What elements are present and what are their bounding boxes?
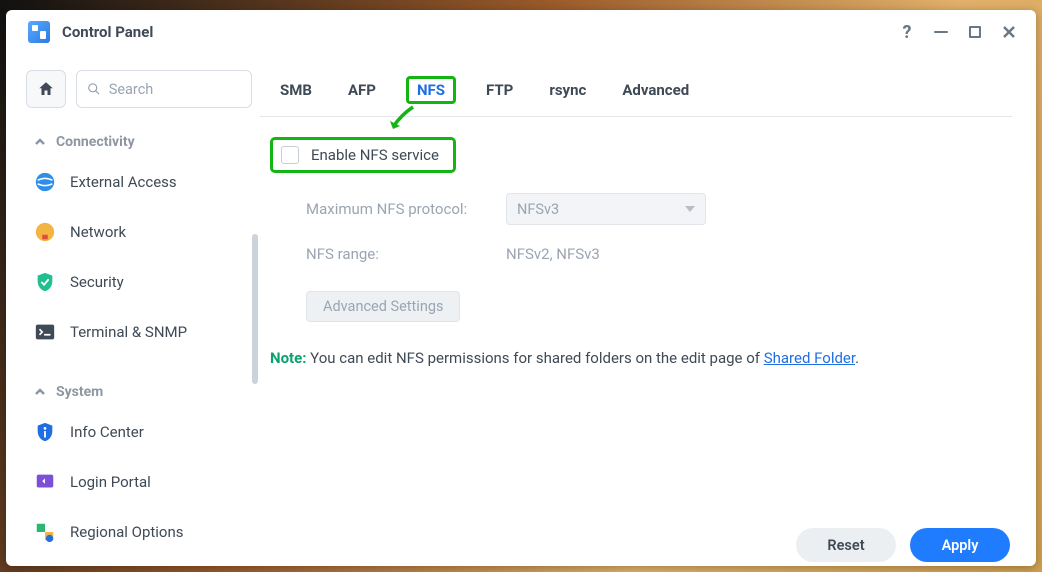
- portal-icon: [34, 471, 56, 493]
- chevron-down-icon: [685, 206, 695, 212]
- sidebar-item-label: Info Center: [70, 423, 144, 441]
- globe-icon: [34, 171, 56, 193]
- regional-icon: [34, 521, 56, 543]
- search-field[interactable]: [76, 70, 252, 108]
- maximize-button[interactable]: [958, 15, 992, 49]
- tab-rsync[interactable]: rsync: [543, 77, 592, 103]
- tab-nfs[interactable]: NFS: [406, 76, 456, 104]
- sidebar-item-security[interactable]: Security: [26, 262, 252, 302]
- control-panel-window: Control Panel ? Connectivity: [6, 10, 1036, 566]
- sidebar-item-label: Terminal & SNMP: [70, 323, 187, 341]
- max-protocol-label: Maximum NFS protocol:: [306, 200, 506, 218]
- nfs-note: Note: You can edit NFS permissions for s…: [270, 348, 1010, 369]
- search-input[interactable]: [109, 81, 241, 98]
- enable-nfs-checkbox[interactable]: [281, 146, 299, 164]
- sidebar-item-label: Regional Options: [70, 523, 184, 541]
- note-suffix: .: [855, 349, 859, 367]
- enable-nfs-label: Enable NFS service: [311, 146, 439, 164]
- terminal-icon: [34, 321, 56, 343]
- enable-nfs-row[interactable]: Enable NFS service: [270, 137, 456, 173]
- network-icon: [34, 221, 56, 243]
- sidebar-item-label: Security: [70, 273, 124, 291]
- sidebar-item-notification[interactable]: Notification: [26, 562, 252, 566]
- sidebar-item-label: External Access: [70, 173, 177, 191]
- shared-folder-link[interactable]: Shared Folder: [764, 349, 855, 367]
- search-icon: [87, 81, 101, 97]
- window-title: Control Panel: [62, 23, 153, 41]
- select-value: NFSv3: [517, 201, 559, 218]
- sidebar-item-network[interactable]: Network: [26, 212, 252, 252]
- section-system-header[interactable]: System: [34, 384, 252, 400]
- footer: Reset Apply: [260, 512, 1036, 566]
- tab-label: NFS: [417, 81, 445, 99]
- tab-bar: SMB AFP NFS FTP rsync Advanced: [260, 54, 1012, 117]
- nfs-range-label: NFS range:: [306, 245, 506, 263]
- nfs-range-row: NFS range: NFSv2, NFSv3: [270, 245, 1010, 263]
- titlebar: Control Panel ?: [6, 10, 1036, 54]
- nfs-range-value: NFSv2, NFSv3: [506, 245, 600, 263]
- max-protocol-select: NFSv3: [506, 193, 706, 225]
- sidebar: Connectivity External Access Network Sec…: [6, 54, 260, 566]
- section-label: Connectivity: [56, 134, 135, 150]
- reset-button[interactable]: Reset: [796, 528, 896, 562]
- help-button[interactable]: ?: [890, 15, 924, 49]
- note-body: You can edit NFS permissions for shared …: [306, 349, 763, 367]
- sidebar-item-regional-options[interactable]: Regional Options: [26, 512, 252, 552]
- sidebar-item-info-center[interactable]: Info Center: [26, 412, 252, 452]
- section-label: System: [56, 384, 103, 400]
- note-prefix: Note:: [270, 349, 306, 367]
- tab-smb[interactable]: SMB: [274, 77, 318, 103]
- main-panel: SMB AFP NFS FTP rsync Advanced Enable NF…: [260, 54, 1036, 566]
- home-button[interactable]: [26, 70, 66, 108]
- max-protocol-row: Maximum NFS protocol: NFSv3: [270, 193, 1010, 225]
- tab-content: Enable NFS service Maximum NFS protocol:…: [260, 117, 1036, 512]
- sidebar-item-external-access[interactable]: External Access: [26, 162, 252, 202]
- chevron-up-icon: [34, 386, 46, 398]
- advanced-settings-button: Advanced Settings: [306, 291, 460, 322]
- sidebar-item-label: Login Portal: [70, 473, 151, 491]
- shield-icon: [34, 271, 56, 293]
- chevron-up-icon: [34, 136, 46, 148]
- sidebar-item-terminal-snmp[interactable]: Terminal & SNMP: [26, 312, 252, 352]
- info-icon: [34, 421, 56, 443]
- apply-button[interactable]: Apply: [910, 528, 1010, 562]
- minimize-button[interactable]: [924, 15, 958, 49]
- tab-advanced[interactable]: Advanced: [616, 77, 695, 103]
- tab-ftp[interactable]: FTP: [480, 77, 519, 103]
- sidebar-item-login-portal[interactable]: Login Portal: [26, 462, 252, 502]
- close-button[interactable]: [992, 15, 1026, 49]
- sidebar-scrollbar[interactable]: [252, 234, 258, 534]
- app-icon: [28, 21, 50, 43]
- tab-afp[interactable]: AFP: [342, 77, 382, 103]
- section-connectivity-header[interactable]: Connectivity: [34, 134, 252, 150]
- sidebar-item-label: Network: [70, 223, 126, 241]
